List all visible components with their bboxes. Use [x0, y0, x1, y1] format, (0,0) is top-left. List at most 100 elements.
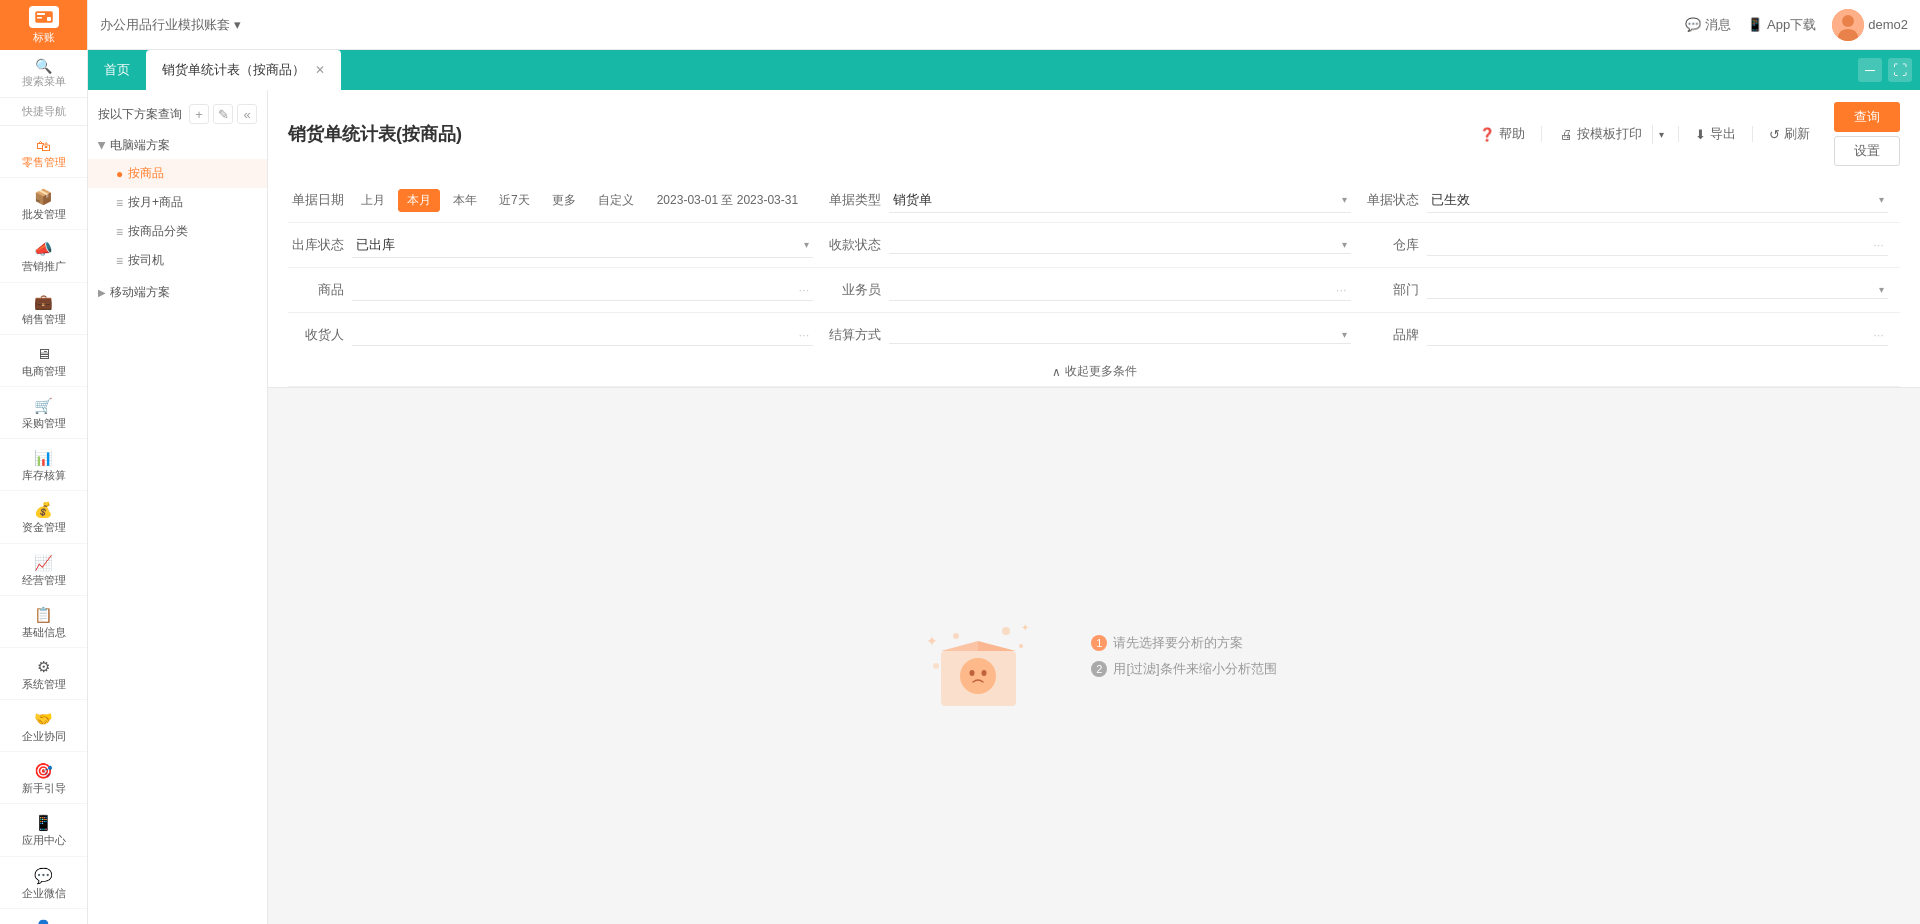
sidebar-item-sales-label: 销售管理: [22, 313, 66, 326]
username: demo2: [1868, 17, 1908, 32]
sidebar-item-system-label: 系统管理: [22, 678, 66, 691]
brand-input[interactable]: ···: [1427, 324, 1888, 346]
out-status-arrow-icon: ▾: [804, 239, 809, 250]
sidebar-item-basic[interactable]: 📋 基础信息: [0, 596, 87, 648]
print-btn[interactable]: 🖨 按模板打印: [1550, 121, 1652, 147]
print-dropdown-btn[interactable]: ▾: [1652, 125, 1670, 144]
user-avatar[interactable]: demo2: [1832, 9, 1908, 41]
sidebar-item-finance[interactable]: 💰 资金管理: [0, 491, 87, 543]
warehouse-label: 仓库: [1363, 236, 1419, 254]
by-category-label: 按商品分类: [128, 223, 188, 240]
quick-nav-btn[interactable]: 快捷导航: [0, 98, 87, 126]
doc-type-label: 单据类型: [825, 191, 881, 209]
out-status-select[interactable]: 已出库 ▾: [352, 233, 813, 258]
sidebar-item-purchase[interactable]: 🛒 采购管理: [0, 387, 87, 439]
collapse-filters-btn[interactable]: ∧ 收起更多条件: [288, 357, 1900, 387]
settings-btn[interactable]: 设置: [1834, 136, 1900, 166]
search-menu-btn[interactable]: 🔍 搜索菜单: [0, 50, 87, 98]
brand-dots: ···: [1873, 327, 1884, 342]
date-tab-custom[interactable]: 自定义: [589, 189, 643, 212]
sidebar-item-ecommerce[interactable]: 🖥 电商管理: [0, 335, 87, 387]
left-panel-actions: + ✎ «: [189, 104, 257, 124]
settlement-filter-cell: 结算方式 ▾: [825, 313, 1362, 357]
salesperson-input[interactable]: ···: [889, 279, 1350, 301]
sales-icon: 💼: [34, 293, 54, 311]
industry-selector[interactable]: 办公用品行业模拟账套 ▾: [100, 16, 1677, 34]
tree-item-by-month-product[interactable]: ≡ 按月+商品: [88, 188, 267, 217]
mobile-section-header[interactable]: ▶ 移动端方案: [88, 279, 267, 306]
desktop-section: ▶ 电脑端方案 ● 按商品 ≡ 按月+商品 ≡ 按商品分类 ≡ 按司机: [88, 132, 267, 275]
app-download-btn[interactable]: 📱 App下载: [1747, 16, 1816, 34]
sidebar-item-retail[interactable]: 🛍 零售管理: [0, 126, 87, 178]
settlement-arrow-icon: ▾: [1342, 329, 1347, 340]
tree-item-by-category[interactable]: ≡ 按商品分类: [88, 217, 267, 246]
avatar: [1832, 9, 1864, 41]
date-tab-last-month[interactable]: 上月: [352, 189, 394, 212]
sidebar-item-wholesale-label: 批发管理: [22, 208, 66, 221]
recipient-input[interactable]: ···: [352, 324, 813, 346]
tree-item-by-cashier[interactable]: ≡ 按司机: [88, 246, 267, 275]
doc-type-filter-cell: 单据类型 销货单 ▾: [825, 178, 1362, 222]
sidebar-item-ecommerce-label: 电商管理: [22, 365, 66, 378]
sidebar-item-inventory[interactable]: 📊 库存核算: [0, 439, 87, 491]
date-tabs: 上月 本月 本年 近7天 更多 自定义: [352, 189, 643, 212]
doc-status-label: 单据状态: [1363, 191, 1419, 209]
tab-home[interactable]: 首页: [88, 50, 146, 90]
sidebar-item-wholesale[interactable]: 📦 批发管理: [0, 178, 87, 230]
brand-label: 品牌: [1363, 326, 1419, 344]
edit-scheme-btn[interactable]: ✎: [213, 104, 233, 124]
top-header: 办公用品行业模拟账套 ▾ 💬 消息 📱 App下载 de: [88, 0, 1920, 50]
tab-stats-label: 销货单统计表（按商品）: [162, 61, 305, 79]
collapse-panel-btn[interactable]: «: [237, 104, 257, 124]
payment-status-select[interactable]: ▾: [889, 236, 1350, 254]
collapse-up-icon: ∧: [1052, 365, 1061, 379]
help-label: 帮助: [1499, 125, 1525, 143]
refresh-btn[interactable]: ↺ 刷新: [1761, 121, 1818, 147]
tab-maximize-btn[interactable]: ⛶: [1888, 58, 1912, 82]
sidebar-item-wechat[interactable]: 💬 企业微信: [0, 857, 87, 909]
sidebar-item-sales[interactable]: 💼 销售管理: [0, 283, 87, 335]
add-scheme-btn[interactable]: +: [189, 104, 209, 124]
sidebar-item-system[interactable]: ⚙ 系统管理: [0, 648, 87, 700]
doc-status-select[interactable]: 已生效 ▾: [1427, 188, 1888, 213]
svg-point-8: [960, 658, 996, 694]
sidebar-item-enterprise[interactable]: 🤝 企业协同: [0, 700, 87, 752]
goods-input[interactable]: ···: [352, 279, 813, 301]
page-title: 销货单统计表(按商品): [288, 122, 462, 146]
date-tab-7days[interactable]: 近7天: [490, 189, 539, 212]
tree-item-by-product[interactable]: ● 按商品: [88, 159, 267, 188]
svg-point-13: [1019, 644, 1023, 648]
svg-text:✦: ✦: [926, 633, 938, 649]
desktop-section-header[interactable]: ▶ 电脑端方案: [88, 132, 267, 159]
sidebar-item-apps-label: 应用中心: [22, 834, 66, 847]
tab-stats[interactable]: 销货单统计表（按商品） ✕: [146, 50, 341, 90]
sidebar-item-newbie[interactable]: 🎯 新手引导: [0, 752, 87, 804]
query-btn[interactable]: 查询: [1834, 102, 1900, 132]
export-icon: ⬇: [1695, 127, 1706, 142]
sidebar-item-member[interactable]: 👤 畅会员: [0, 909, 87, 924]
export-btn[interactable]: ⬇ 导出: [1687, 121, 1744, 147]
date-tab-this-year[interactable]: 本年: [444, 189, 486, 212]
newbie-icon: 🎯: [34, 762, 54, 780]
sidebar-item-marketing[interactable]: 📣 营销推广: [0, 230, 87, 282]
tab-minimize-btn[interactable]: ─: [1858, 58, 1882, 82]
sidebar-item-operations[interactable]: 📈 经营管理: [0, 544, 87, 596]
member-icon: 👤: [34, 919, 54, 924]
by-cashier-icon: ≡: [116, 254, 123, 268]
content-area: 按以下方案查询 + ✎ « ▶ 电脑端方案 ● 按商品 ≡: [88, 90, 1920, 924]
date-tab-this-month[interactable]: 本月: [398, 189, 440, 212]
warehouse-input[interactable]: ···: [1427, 234, 1888, 256]
empty-content: ✦ ✦ 请先选择要分析的方案 用[过滤]条件来缩小分析范围: [911, 596, 1276, 716]
help-btn[interactable]: ❓ 帮助: [1471, 121, 1533, 147]
department-select[interactable]: ▾: [1427, 281, 1888, 299]
sidebar-item-apps[interactable]: 📱 应用中心: [0, 804, 87, 856]
settlement-select[interactable]: ▾: [889, 326, 1350, 344]
svg-point-10: [982, 670, 987, 676]
tab-close-icon[interactable]: ✕: [315, 63, 325, 77]
message-btn[interactable]: 💬 消息: [1685, 16, 1731, 34]
salesperson-label: 业务员: [825, 281, 881, 299]
sidebar-item-newbie-label: 新手引导: [22, 782, 66, 795]
app-logo[interactable]: 标账: [0, 0, 87, 50]
doc-type-select[interactable]: 销货单 ▾: [889, 188, 1350, 213]
date-tab-more[interactable]: 更多: [543, 189, 585, 212]
